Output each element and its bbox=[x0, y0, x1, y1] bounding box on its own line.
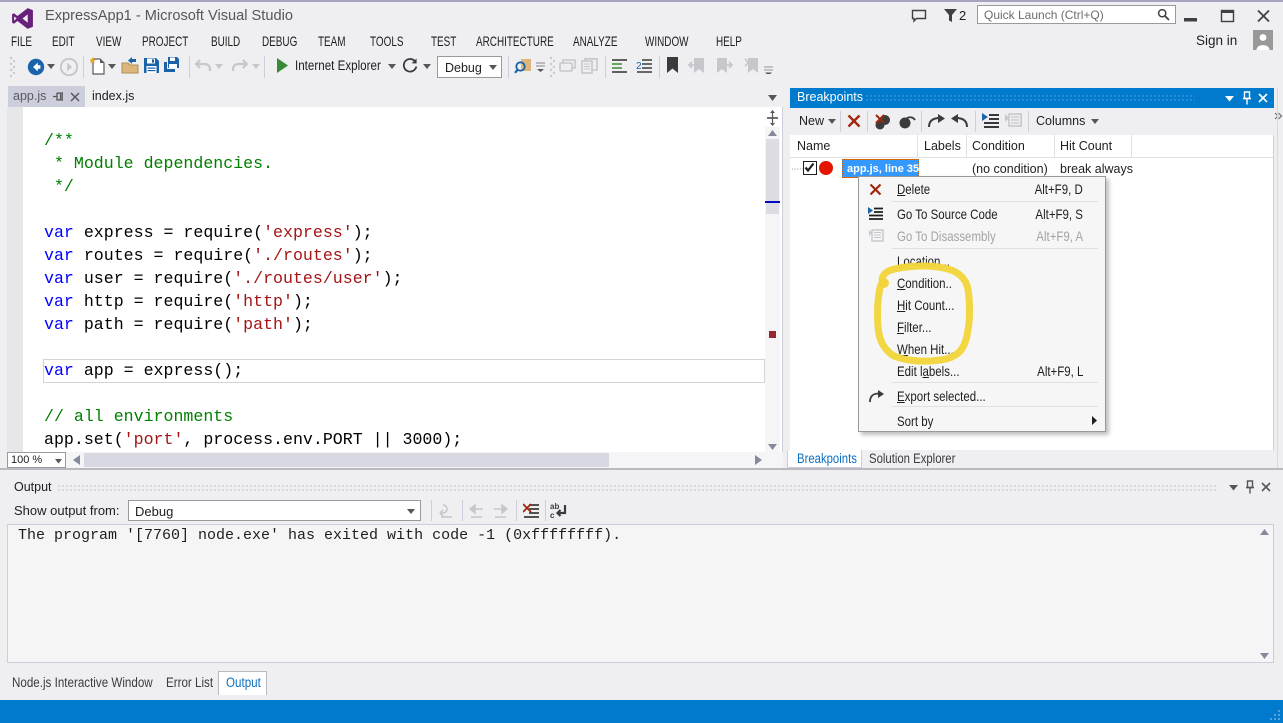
svg-text:2: 2 bbox=[636, 61, 642, 72]
svg-text:ab: ab bbox=[550, 502, 559, 511]
svg-text:c: c bbox=[550, 511, 555, 519]
